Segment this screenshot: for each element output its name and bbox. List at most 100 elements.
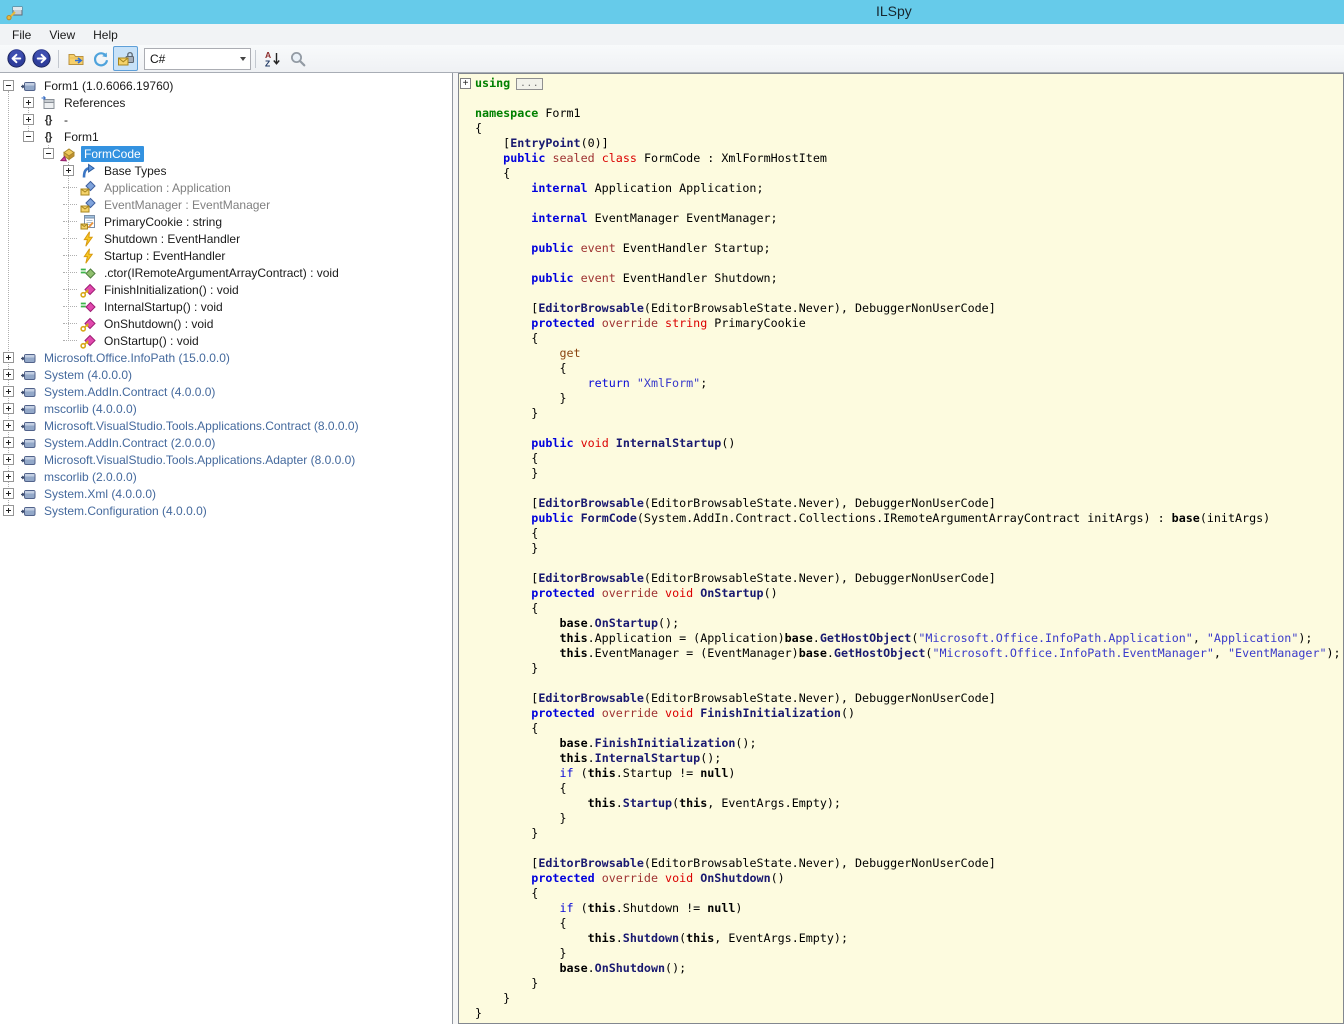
expand-icon[interactable] xyxy=(3,420,14,431)
refresh-icon xyxy=(93,51,108,66)
tree-item[interactable]: mscorlib (2.0.0.0) xyxy=(0,468,452,485)
expand-icon[interactable] xyxy=(3,437,14,448)
tree-item[interactable]: Form1 (1.0.6066.19760) xyxy=(0,77,452,94)
tree-item[interactable]: FinishInitialization() : void xyxy=(0,281,452,298)
tree-item-label: EventManager : EventManager xyxy=(104,197,271,212)
collapse-icon[interactable] xyxy=(3,80,14,91)
tree-item[interactable]: Application : Application xyxy=(0,179,452,196)
expand-icon[interactable] xyxy=(3,488,14,499)
tree-item-label: Microsoft.Office.InfoPath (15.0.0.0) xyxy=(44,350,230,365)
expand-icon[interactable] xyxy=(3,403,14,414)
back-button[interactable] xyxy=(4,46,29,71)
tree-item[interactable]: FormCode xyxy=(0,145,452,162)
assembly-icon xyxy=(20,485,36,502)
menu-help[interactable]: Help xyxy=(84,26,127,44)
tree-item[interactable]: System.AddIn.Contract (4.0.0.0) xyxy=(0,383,452,400)
tree-item[interactable]: Microsoft.VisualStudio.Tools.Application… xyxy=(0,417,452,434)
assembly-icon xyxy=(20,502,36,519)
toolbar-separator xyxy=(255,49,256,68)
collapse-icon[interactable] xyxy=(23,131,34,142)
menu-bar: File View Help xyxy=(0,24,1344,45)
tree-item[interactable]: OnStartup() : void xyxy=(0,332,452,349)
search-button[interactable] xyxy=(285,46,310,71)
expand-icon[interactable] xyxy=(3,369,14,380)
tree-item-label: OnShutdown() : void xyxy=(104,316,214,331)
tree-item[interactable]: Startup : EventHandler xyxy=(0,247,452,264)
tree-item-label: FormCode xyxy=(81,145,144,162)
search-icon xyxy=(290,51,305,66)
open-assembly-button[interactable] xyxy=(63,46,88,71)
tree-item[interactable]: Microsoft.Office.InfoPath (15.0.0.0) xyxy=(0,349,452,366)
tree-item[interactable]: System (4.0.0.0) xyxy=(0,366,452,383)
chevron-down-icon xyxy=(235,57,250,61)
event-icon xyxy=(80,247,96,264)
tree-connector xyxy=(63,301,77,312)
assembly-tree: Form1 (1.0.6066.19760) References{} -{} For… xyxy=(0,73,453,1024)
tree-item[interactable]: {} Form1 xyxy=(0,128,452,145)
tree-item[interactable]: Microsoft.VisualStudio.Tools.Application… xyxy=(0,451,452,468)
menu-view[interactable]: View xyxy=(40,26,84,44)
tree-item[interactable]: System.Xml (4.0.0.0) xyxy=(0,485,452,502)
method-protected-icon xyxy=(80,332,96,349)
field-icon xyxy=(80,179,96,196)
expand-icon[interactable] xyxy=(3,386,14,397)
tree-item[interactable]: System.Configuration (4.0.0.0) xyxy=(0,502,452,519)
tree-item[interactable]: mscorlib (4.0.0.0) xyxy=(0,400,452,417)
expand-icon[interactable] xyxy=(23,97,34,108)
collapsed-region-box[interactable]: ... xyxy=(516,78,544,90)
refresh-button[interactable] xyxy=(88,46,113,71)
tree-item[interactable]: Base Types xyxy=(0,162,452,179)
assembly-icon xyxy=(20,366,36,383)
window-title: ILSpy xyxy=(876,3,912,19)
tree-connector xyxy=(63,199,77,210)
forward-button[interactable] xyxy=(29,46,54,71)
tree-item[interactable]: EventManager : EventManager xyxy=(0,196,452,213)
expand-icon[interactable] xyxy=(3,471,14,482)
tree-item[interactable]: System.AddIn.Contract (2.0.0.0) xyxy=(0,434,452,451)
collapse-icon[interactable] xyxy=(43,148,54,159)
tree-item-label: System.Xml (4.0.0.0) xyxy=(44,486,157,501)
menu-file[interactable]: File xyxy=(3,26,40,44)
tree-item-label: OnStartup() : void xyxy=(104,333,199,348)
visibility-toggle-button[interactable] xyxy=(113,46,138,71)
open-assembly-icon xyxy=(68,53,83,65)
language-select[interactable]: C# xyxy=(144,47,251,70)
tree-connector xyxy=(63,284,77,295)
tree-item[interactable]: PrimaryCookie : string xyxy=(0,213,452,230)
forward-icon xyxy=(32,49,51,68)
assembly-icon xyxy=(20,383,36,400)
tree-item[interactable]: InternalStartup() : void xyxy=(0,298,452,315)
app-icon xyxy=(6,4,23,21)
language-select-value: C# xyxy=(150,51,166,66)
decompiled-code-panel: + using... namespace Form1{ [EntryPoint(0)… xyxy=(458,73,1344,1024)
sort-assemblies-button[interactable]: A Z xyxy=(260,46,285,71)
toolbar-separator xyxy=(58,49,59,68)
tree-item-label: Form1 (1.0.6066.19760) xyxy=(44,78,174,93)
tree-item-label: Microsoft.VisualStudio.Tools.Application… xyxy=(44,452,356,467)
tree-item[interactable]: Shutdown : EventHandler xyxy=(0,230,452,247)
back-icon xyxy=(7,49,26,68)
tree-item[interactable]: References xyxy=(0,94,452,111)
assembly-icon xyxy=(20,417,36,434)
tree-item-label: .ctor(IRemoteArgumentArrayContract) : vo… xyxy=(104,265,339,280)
assembly-icon xyxy=(20,451,36,468)
tree-item-label: Application : Application xyxy=(104,180,231,195)
toolbar: C# A Z xyxy=(0,45,1344,73)
references-icon xyxy=(40,94,56,111)
namespace-icon: {} xyxy=(40,111,56,128)
tree-item[interactable]: .ctor(IRemoteArgumentArrayContract) : vo… xyxy=(0,264,452,281)
class-icon xyxy=(60,145,76,162)
tree-item[interactable]: {} - xyxy=(0,111,452,128)
expand-icon[interactable] xyxy=(3,505,14,516)
method-internal-icon xyxy=(80,298,96,315)
tree-connector xyxy=(63,233,77,244)
fold-marker-icon[interactable]: + xyxy=(460,77,471,89)
code-lines: + using... namespace Form1{ [EntryPoint(0)… xyxy=(460,76,1343,1021)
expand-icon[interactable] xyxy=(3,352,14,363)
expand-icon[interactable] xyxy=(23,114,34,125)
ctor-icon xyxy=(80,264,96,281)
expand-icon[interactable] xyxy=(63,165,74,176)
assembly-icon xyxy=(20,468,36,485)
tree-item[interactable]: OnShutdown() : void xyxy=(0,315,452,332)
expand-icon[interactable] xyxy=(3,454,14,465)
